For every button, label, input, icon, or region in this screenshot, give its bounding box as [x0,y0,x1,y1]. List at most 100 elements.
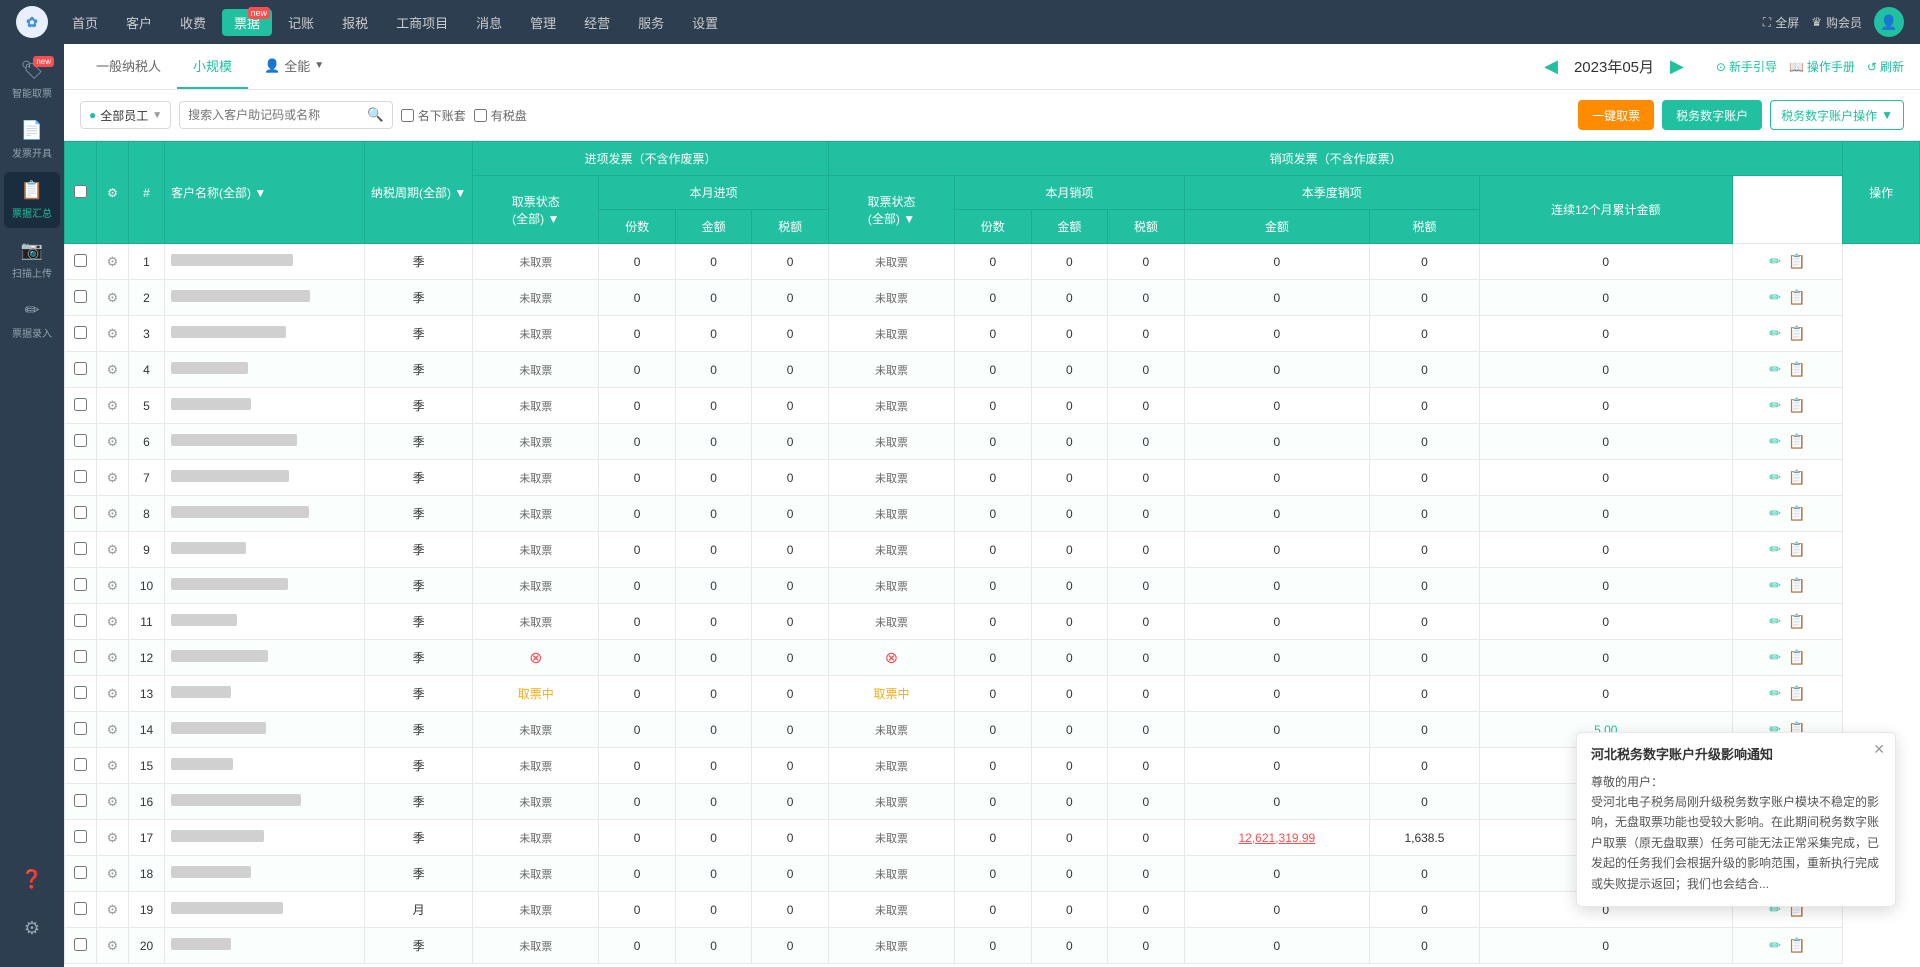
header-tax-period-col[interactable]: 纳税周期(全部) ▼ [365,142,473,244]
sidebar-item-invoice-open[interactable]: 📄 发票开具 [4,112,60,168]
period-prev-btn[interactable]: ◀ [1544,56,1558,77]
fullscreen-btn[interactable]: ⛶ 全屏 [1763,14,1799,31]
row-checkbox[interactable] [74,362,87,375]
row-copy-btn[interactable]: 📋 [1786,323,1807,344]
nav-tax[interactable]: 报税 [330,9,380,36]
row-settings-icon[interactable]: ⚙ [107,614,119,629]
sidebar-item-smart-fetch[interactable]: 🏷 智能取票 new [4,52,60,108]
row-checkbox[interactable] [74,542,87,555]
row-settings-icon[interactable]: ⚙ [107,506,119,521]
row-checkbox[interactable] [74,938,87,951]
row-copy-btn[interactable]: 📋 [1786,287,1807,308]
row-edit-btn[interactable]: ✏ [1767,395,1783,416]
header-xiao-status[interactable]: 取票状态(全部) ▼ [828,176,954,244]
subordinate-accounts-checkbox[interactable] [401,109,414,122]
row-settings-icon[interactable]: ⚙ [107,290,119,305]
tax-disk-filter[interactable]: 有税盘 [474,107,527,124]
tax-disk-checkbox[interactable] [474,109,487,122]
tab-all[interactable]: 👤 全能 ▼ [248,44,340,89]
row-copy-btn[interactable]: 📋 [1786,467,1807,488]
nav-accounting[interactable]: 记账 [276,9,326,36]
row-edit-btn[interactable]: ✏ [1767,287,1783,308]
employee-filter-select[interactable]: ● 全部员工 ▼ [80,101,171,129]
row-checkbox[interactable] [74,758,87,771]
row-settings-icon[interactable]: ⚙ [107,398,119,413]
nav-service[interactable]: 服务 [626,9,676,36]
row-checkbox[interactable] [74,794,87,807]
one-click-fetch-btn[interactable]: 一键取票 [1578,100,1654,130]
row-edit-btn[interactable]: ✏ [1767,647,1783,668]
customer-search-button[interactable]: 🔍 [359,101,393,129]
row-settings-icon[interactable]: ⚙ [107,794,119,809]
tab-general-taxpayer[interactable]: 一般纳税人 [80,44,177,89]
row-copy-btn[interactable]: 📋 [1786,935,1807,956]
row-checkbox[interactable] [74,902,87,915]
row-settings-icon[interactable]: ⚙ [107,902,119,917]
tab-small-scale[interactable]: 小规模 [177,44,248,89]
row-settings-icon[interactable]: ⚙ [107,578,119,593]
select-all-checkbox[interactable] [74,185,87,198]
notification-close-btn[interactable]: ✕ [1873,741,1885,758]
row-settings-icon[interactable]: ⚙ [107,866,119,881]
row-copy-btn[interactable]: 📋 [1786,503,1807,524]
row-copy-btn[interactable]: 📋 [1786,575,1807,596]
subordinate-accounts-filter[interactable]: 名下账套 [401,107,466,124]
row-settings-icon[interactable]: ⚙ [107,650,119,665]
row-checkbox[interactable] [74,254,87,267]
row-settings-icon[interactable]: ⚙ [107,326,119,341]
row-checkbox[interactable] [74,722,87,735]
row-edit-btn[interactable]: ✏ [1767,683,1783,704]
nav-manage[interactable]: 管理 [518,9,568,36]
row-checkbox[interactable] [74,470,87,483]
row-copy-btn[interactable]: 📋 [1786,359,1807,380]
row-settings-icon[interactable]: ⚙ [107,542,119,557]
row-checkbox[interactable] [74,434,87,447]
row-edit-btn[interactable]: ✏ [1767,251,1783,272]
sidebar-item-help[interactable]: ❓ [4,861,60,898]
digital-account-ops-btn[interactable]: 税务数字账户操作 ▼ [1770,100,1904,130]
nav-fee[interactable]: 收费 [168,9,218,36]
row-settings-icon[interactable]: ⚙ [107,830,119,845]
row-copy-btn[interactable]: 📋 [1786,431,1807,452]
sidebar-item-invoice-entry[interactable]: ✏ 票据录入 [4,292,60,348]
sidebar-item-user-settings[interactable]: ⚙ [4,910,60,947]
new-guide-link[interactable]: ⊙新手引导 [1716,58,1777,75]
digital-account-btn[interactable]: 税务数字账户 [1662,100,1762,130]
nav-business[interactable]: 工商项目 [384,9,460,36]
row-settings-icon[interactable]: ⚙ [107,434,119,449]
row-checkbox[interactable] [74,506,87,519]
header-jin-status[interactable]: 取票状态(全部) ▼ [473,176,599,244]
manual-link[interactable]: 📖操作手册 [1789,58,1855,75]
row-edit-btn[interactable]: ✏ [1767,431,1783,452]
row-settings-icon[interactable]: ⚙ [107,254,119,269]
settings-icon[interactable]: ⚙ [107,186,118,200]
nav-message[interactable]: 消息 [464,9,514,36]
row-checkbox[interactable] [74,830,87,843]
row-settings-icon[interactable]: ⚙ [107,470,119,485]
row-settings-icon[interactable]: ⚙ [107,938,119,953]
row-settings-icon[interactable]: ⚙ [107,758,119,773]
row-edit-btn[interactable]: ✏ [1767,575,1783,596]
row-edit-btn[interactable]: ✏ [1767,539,1783,560]
nav-operations[interactable]: 经营 [572,9,622,36]
period-next-btn[interactable]: ▶ [1670,56,1684,77]
refresh-link[interactable]: ↺刷新 [1867,58,1904,75]
nav-settings[interactable]: 设置 [680,9,730,36]
row-settings-icon[interactable]: ⚙ [107,686,119,701]
row-checkbox[interactable] [74,578,87,591]
sidebar-item-scan-upload[interactable]: 📷 扫描上传 [4,232,60,288]
sidebar-item-invoice-summary[interactable]: 📋 票据汇总 [4,172,60,228]
row-checkbox[interactable] [74,398,87,411]
row-edit-btn[interactable]: ✏ [1767,467,1783,488]
nav-home[interactable]: 首页 [60,9,110,36]
row-copy-btn[interactable]: 📋 [1786,611,1807,632]
row-edit-btn[interactable]: ✏ [1767,611,1783,632]
row-edit-btn[interactable]: ✏ [1767,503,1783,524]
row-settings-icon[interactable]: ⚙ [107,362,119,377]
row-checkbox[interactable] [74,290,87,303]
row-checkbox[interactable] [74,614,87,627]
row-checkbox[interactable] [74,326,87,339]
row-checkbox[interactable] [74,686,87,699]
row-settings-icon[interactable]: ⚙ [107,722,119,737]
row-copy-btn[interactable]: 📋 [1786,683,1807,704]
